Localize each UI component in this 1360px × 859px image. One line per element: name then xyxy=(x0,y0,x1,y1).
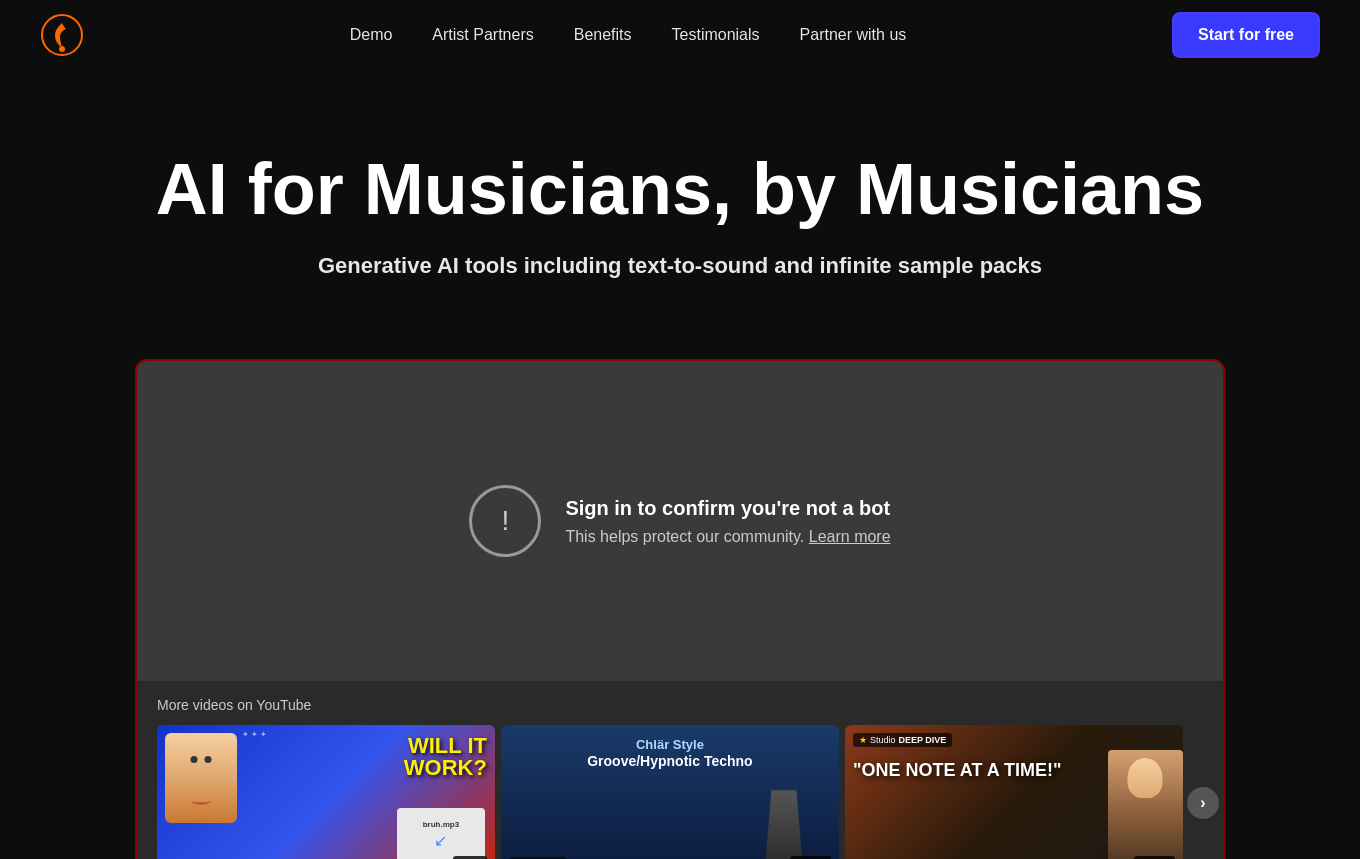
nav-item-testimonials[interactable]: Testimonials xyxy=(672,26,760,44)
navbar: Demo Artist Partners Benefits Testimonia… xyxy=(0,0,1360,70)
logo-icon xyxy=(40,13,84,57)
video-section: ! Sign in to confirm you're not a bot Th… xyxy=(0,359,1360,859)
youtube-strip: More videos on YouTube xyxy=(137,681,1223,859)
nav-link-testimonials[interactable]: Testimonials xyxy=(672,26,760,43)
nav-links: Demo Artist Partners Benefits Testimonia… xyxy=(350,26,907,44)
youtube-label: More videos on YouTube xyxy=(157,697,1203,713)
exclamation-icon: ! xyxy=(502,507,510,535)
video-thumbnail-2[interactable]: Chlär Style Groove/Hypnotic Techno ▦ Abl… xyxy=(501,725,839,859)
error-subtitle: This helps protect our community. Learn … xyxy=(565,528,890,546)
chevron-right-icon: › xyxy=(1200,794,1205,812)
video-container: ! Sign in to confirm you're not a bot Th… xyxy=(135,359,1225,859)
thumb2-line2: Groove/Hypnotic Techno xyxy=(509,753,831,770)
video-thumbnails-wrapper: ✦ ✦ ✦ WILL IT WORK? bruh.mp3 ↙ xyxy=(157,725,1203,859)
video-thumbnail-3[interactable]: ★ Studio DEEP DIVE "ONE NOTE AT A TIME!"… xyxy=(845,725,1183,859)
thumb-1-background: ✦ ✦ ✦ WILL IT WORK? bruh.mp3 ↙ xyxy=(157,725,495,859)
hero-title: AI for Musicians, by Musicians xyxy=(40,150,1320,229)
video-error: ! Sign in to confirm you're not a bot Th… xyxy=(429,445,930,597)
nav-link-benefits[interactable]: Benefits xyxy=(574,26,632,43)
thumb-3-background: ★ Studio DEEP DIVE "ONE NOTE AT A TIME!" xyxy=(845,725,1183,859)
thumb-2-background: Chlär Style Groove/Hypnotic Techno ▦ Abl… xyxy=(501,725,839,859)
error-title: Sign in to confirm you're not a bot xyxy=(565,497,890,520)
error-icon-circle: ! xyxy=(469,485,541,557)
hero-subtitle: Generative AI tools including text-to-so… xyxy=(40,253,1320,279)
thumb2-line1: Chlär Style xyxy=(509,737,831,753)
nav-link-artist-partners[interactable]: Artist Partners xyxy=(432,26,533,43)
logo-container[interactable] xyxy=(40,13,84,57)
video-thumbnails: ✦ ✦ ✦ WILL IT WORK? bruh.mp3 ↙ xyxy=(157,725,1183,859)
thumb1-work-text: WORK? xyxy=(357,757,487,779)
learn-more-link[interactable]: Learn more xyxy=(809,528,891,545)
thumb3-badge: Studio xyxy=(870,735,896,745)
svg-point-1 xyxy=(59,46,65,52)
nav-item-partner[interactable]: Partner with us xyxy=(800,26,907,44)
error-message-block: Sign in to confirm you're not a bot This… xyxy=(565,497,890,546)
nav-item-artist-partners[interactable]: Artist Partners xyxy=(432,26,533,44)
hero-section: AI for Musicians, by Musicians Generativ… xyxy=(0,70,1360,319)
video-thumbnail-1[interactable]: ✦ ✦ ✦ WILL IT WORK? bruh.mp3 ↙ xyxy=(157,725,495,859)
video-player: ! Sign in to confirm you're not a bot Th… xyxy=(137,361,1223,681)
nav-link-partner[interactable]: Partner with us xyxy=(800,26,907,43)
thumb3-quote: "ONE NOTE AT A TIME!" xyxy=(853,760,1103,782)
star-icon: ★ xyxy=(859,735,867,745)
thumb3-badge-bold: DEEP DIVE xyxy=(898,735,946,745)
carousel-next-button[interactable]: › xyxy=(1187,787,1219,819)
nav-item-demo[interactable]: Demo xyxy=(350,26,393,44)
start-for-free-button[interactable]: Start for free xyxy=(1172,12,1320,58)
nav-link-demo[interactable]: Demo xyxy=(350,26,393,43)
thumb1-will-text: WILL IT xyxy=(357,735,487,757)
nav-item-benefits[interactable]: Benefits xyxy=(574,26,632,44)
